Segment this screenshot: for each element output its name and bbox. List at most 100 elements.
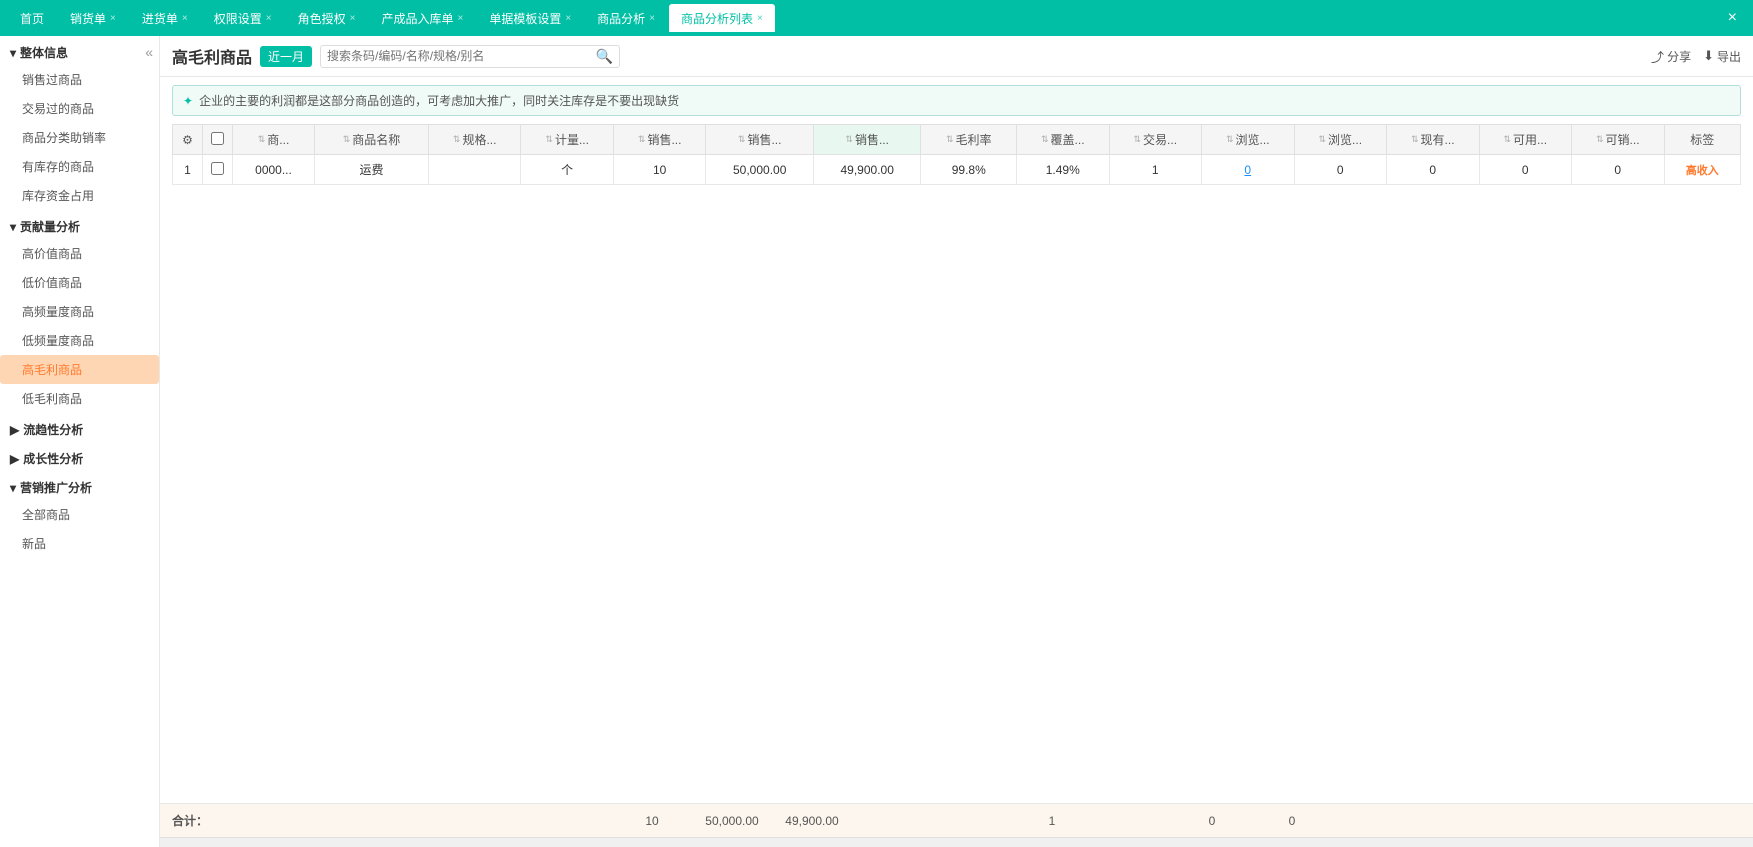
col-current-stock[interactable]: ⇅ 现有... <box>1387 125 1480 155</box>
sidebar-collapse-button[interactable]: « <box>145 44 153 60</box>
export-button[interactable]: ⬇ 导出 <box>1703 48 1741 65</box>
info-banner-text: 企业的主要的利润都是这部分商品创造的，可考虑加大推广，同时关注库存是不要出现缺货 <box>199 92 679 109</box>
data-table: ⚙ ⇅ 商... ⇅ <box>172 124 1741 185</box>
top-nav: 首页 销货单 × 进货单 × 权限设置 × 角色授权 × 产成品入库单 × 单据… <box>0 0 1753 36</box>
nav-tab-roles-label: 角色授权 <box>298 10 346 27</box>
select-all-checkbox[interactable] <box>211 132 224 145</box>
sidebar-item-stock-goods[interactable]: 有库存的商品 <box>0 152 159 181</box>
sidebar-item-stock-occupy[interactable]: 库存资金占用 <box>0 181 159 210</box>
sidebar-item-traded-goods[interactable]: 交易过的商品 <box>0 94 159 123</box>
nav-tab-templates-label: 单据模板设置 <box>489 10 561 27</box>
col-sales-qty[interactable]: ⇅ 销售... <box>613 125 706 155</box>
cell-tag: 高收入 <box>1664 155 1740 185</box>
sidebar-item-high-margin[interactable]: 高毛利商品 <box>0 355 159 384</box>
sidebar-group-overview[interactable]: ▾ 整体信息 <box>0 36 159 65</box>
col-saleable-sort-icon: ⇅ <box>1596 134 1604 145</box>
share-button[interactable]: ⤴ 分享 <box>1651 47 1691 66</box>
close-analysis-icon[interactable]: × <box>649 13 655 24</box>
info-icon: ✦ <box>183 94 193 108</box>
sidebar-item-high-freq[interactable]: 高频量度商品 <box>0 297 159 326</box>
col-sales-profit[interactable]: ⇅ 销售... <box>813 125 921 155</box>
close-permissions-icon[interactable]: × <box>266 13 272 24</box>
search-input[interactable] <box>327 49 592 63</box>
table-row: 10000...运费个1050,000.0049,900.0099.8%1.49… <box>173 155 1741 185</box>
nav-tab-sales[interactable]: 销货单 × <box>58 4 128 32</box>
col-margin-rate-sort-icon: ⇅ <box>946 134 954 145</box>
footer-sales-qty: 10 <box>612 814 692 828</box>
col-tag[interactable]: 标签 <box>1664 125 1740 155</box>
col-code[interactable]: ⇅ 商... <box>233 125 315 155</box>
sidebar-item-new-goods[interactable]: 新品 <box>0 529 159 558</box>
sidebar-group-wealth-label: 贡献量分析 <box>20 218 80 235</box>
col-sales-amount[interactable]: ⇅ 销售... <box>706 125 814 155</box>
nav-tab-roles[interactable]: 角色授权 × <box>286 4 368 32</box>
settings-icon[interactable]: ⚙ <box>182 133 193 147</box>
cell-browse2: 0 <box>1294 155 1387 185</box>
nav-tab-permissions[interactable]: 权限设置 × <box>202 4 284 32</box>
nav-tab-analysis-list[interactable]: 商品分析列表 × <box>669 4 775 32</box>
footer-empty-8 <box>1332 814 1412 828</box>
sidebar-item-low-value[interactable]: 低价值商品 <box>0 268 159 297</box>
search-box: 🔍 <box>320 45 620 68</box>
cell-index: 1 <box>173 155 203 185</box>
footer-browse2: 0 <box>1172 814 1252 828</box>
close-purchase-icon[interactable]: × <box>182 13 188 24</box>
footer-empty-1 <box>292 814 372 828</box>
sidebar-group-wealth[interactable]: ▾ 贡献量分析 <box>0 210 159 239</box>
close-analysis-list-icon[interactable]: × <box>757 13 763 24</box>
close-templates-icon[interactable]: × <box>565 13 571 24</box>
nav-tab-templates[interactable]: 单据模板设置 × <box>477 4 583 32</box>
sidebar-group-growth-label: 成长性分析 <box>23 450 83 467</box>
search-icon[interactable]: 🔍 <box>596 48 613 65</box>
sidebar-group-marketing[interactable]: ▾ 营销推广分析 <box>0 471 159 500</box>
col-checkbox[interactable] <box>203 125 233 155</box>
nav-tab-permissions-label: 权限设置 <box>214 10 262 27</box>
nav-tab-products[interactable]: 产成品入库单 × <box>369 4 475 32</box>
footer-empty-9 <box>1412 814 1492 828</box>
col-saleable[interactable]: ⇅ 可销... <box>1572 125 1665 155</box>
close-roles-icon[interactable]: × <box>350 13 356 24</box>
col-coverage[interactable]: ⇅ 覆盖... <box>1017 125 1110 155</box>
cell-browse1[interactable]: 0 <box>1202 155 1295 185</box>
col-trade[interactable]: ⇅ 交易... <box>1109 125 1202 155</box>
export-label: 导出 <box>1717 48 1741 65</box>
cell-checkbox[interactable] <box>203 155 233 185</box>
close-sales-icon[interactable]: × <box>110 13 116 24</box>
col-browse1[interactable]: ⇅ 浏览... <box>1202 125 1295 155</box>
nav-tab-home[interactable]: 首页 <box>8 4 56 32</box>
content-area: 高毛利商品 近一月 🔍 ⤴ 分享 ⬇ 导出 ✦ 企业的主要的利润都是这部分商品创… <box>160 36 1753 847</box>
share-label: 分享 <box>1667 48 1691 65</box>
period-button[interactable]: 近一月 <box>260 46 312 67</box>
col-name[interactable]: ⇅ 商品名称 <box>315 125 429 155</box>
footer-sales-amount: 50,000.00 <box>692 814 772 828</box>
chevron-right-icon: ▶ <box>10 423 19 437</box>
nav-tab-products-label: 产成品入库单 <box>381 10 453 27</box>
sidebar-item-all-goods[interactable]: 全部商品 <box>0 500 159 529</box>
col-code-sort-icon: ⇅ <box>258 134 266 145</box>
sidebar-group-growth[interactable]: ▶ 成长性分析 <box>0 442 159 471</box>
col-unit[interactable]: ⇅ 计量... <box>521 125 614 155</box>
col-spec[interactable]: ⇅ 规格... <box>428 125 521 155</box>
cell-sales-qty: 10 <box>613 155 706 185</box>
col-margin-rate[interactable]: ⇅ 毛利率 <box>921 125 1017 155</box>
nav-tab-analysis[interactable]: 商品分析 × <box>585 4 667 32</box>
sidebar-group-trend-label: 流趋性分析 <box>23 421 83 438</box>
sidebar-group-overview-label: 整体信息 <box>20 44 68 61</box>
col-settings[interactable]: ⚙ <box>173 125 203 155</box>
col-browse2[interactable]: ⇅ 浏览... <box>1294 125 1387 155</box>
bottom-scrollbar[interactable] <box>160 837 1753 847</box>
col-available[interactable]: ⇅ 可用... <box>1479 125 1572 155</box>
sidebar-item-assist-rate[interactable]: 商品分类助销率 <box>0 123 159 152</box>
col-browse2-sort-icon: ⇅ <box>1318 134 1326 145</box>
sidebar-item-high-value[interactable]: 高价值商品 <box>0 239 159 268</box>
sidebar-group-trend[interactable]: ▶ 流趋性分析 <box>0 413 159 442</box>
close-all-button[interactable]: × <box>1720 9 1745 27</box>
sidebar: « ▾ 整体信息 销售过商品 交易过的商品 商品分类助销率 有库存的商品 库存资… <box>0 36 160 847</box>
sidebar-item-low-margin[interactable]: 低毛利商品 <box>0 384 159 413</box>
sidebar-item-sales-goods[interactable]: 销售过商品 <box>0 65 159 94</box>
nav-tab-purchase[interactable]: 进货单 × <box>130 4 200 32</box>
close-products-icon[interactable]: × <box>457 13 463 24</box>
sidebar-item-low-freq[interactable]: 低频量度商品 <box>0 326 159 355</box>
cell-coverage: 1.49% <box>1017 155 1110 185</box>
nav-tab-analysis-label: 商品分析 <box>597 10 645 27</box>
